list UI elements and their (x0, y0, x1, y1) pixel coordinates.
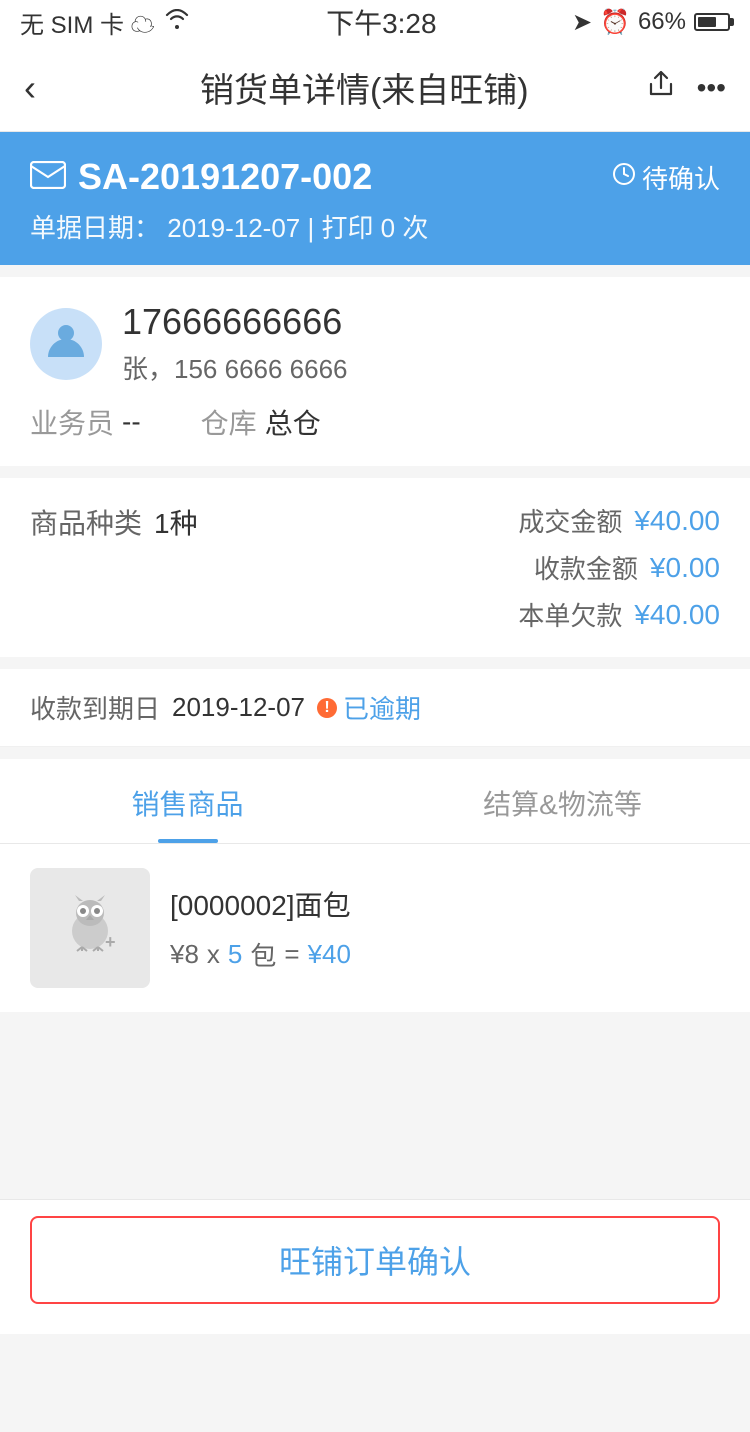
stats-section: 商品种类 1种 成交金额 ¥40.00 收款金额 ¥0.00 本单欠款 ¥40.… (0, 478, 750, 657)
customer-avatar (30, 308, 102, 380)
due-label: 收款到期日 (30, 689, 160, 726)
confirm-wangpu-button[interactable]: 旺铺订单确认 (30, 1216, 720, 1304)
tabs-section: 销售商品 结算&物流等 (0, 759, 750, 844)
tab-settlement-logistics[interactable]: 结算&物流等 (375, 759, 750, 843)
nav-actions: ••• (645, 68, 726, 107)
order-date: 单据日期： 2019-12-07 | 打印 0 次 (30, 208, 720, 245)
customer-section: 17666666666 张，156 6666 6666 业务员 -- 仓库 总仓 (0, 277, 750, 466)
owed-amount-row: 本单欠款 ¥40.00 (518, 596, 720, 633)
svg-text:+: + (105, 932, 116, 952)
due-date-value: 2019-12-07 (172, 692, 305, 723)
product-section: + [0000002]面包 ¥8 x 5 包 = ¥40 (0, 844, 750, 1012)
share-icon[interactable] (645, 68, 677, 107)
battery-percent: 66% (638, 8, 686, 36)
deal-amount-row: 成交金额 ¥40.00 (518, 502, 720, 539)
warehouse-info: 仓库 总仓 (201, 402, 321, 442)
customer-contact: 张，156 6666 6666 (122, 349, 348, 386)
overdue-badge: ! 已逾期 (317, 689, 421, 726)
wifi-icon (163, 8, 191, 36)
bottom-bar: 旺铺订单确认 (0, 1199, 750, 1334)
overdue-text: 已逾期 (343, 689, 421, 726)
product-item: + [0000002]面包 ¥8 x 5 包 = ¥40 (30, 868, 720, 988)
status-left: 无 SIM 卡 ☁ (20, 5, 191, 40)
status-right: ➤ ⏰ 66% (572, 8, 730, 37)
user-icon (44, 317, 88, 371)
more-icon[interactable]: ••• (697, 72, 726, 104)
product-name: [0000002]面包 (170, 884, 720, 924)
product-price: ¥8 x 5 包 = ¥40 (170, 936, 720, 973)
due-date-section: 收款到期日 2019-12-07 ! 已逾期 (0, 669, 750, 747)
financial-stats: 成交金额 ¥40.00 收款金额 ¥0.00 本单欠款 ¥40.00 (518, 502, 720, 633)
back-button[interactable]: ‹ (24, 67, 84, 109)
order-header: SA-20191207-002 待确认 单据日期： 2019-12-07 | 打… (0, 132, 750, 265)
product-logo: + (55, 893, 125, 963)
status-bar: 无 SIM 卡 ☁ 下午3:28 ➤ ⏰ 66% (0, 0, 750, 44)
product-type: 商品种类 1种 (30, 502, 518, 542)
order-status: 待确认 (612, 159, 720, 196)
product-details: [0000002]面包 ¥8 x 5 包 = ¥40 (170, 884, 720, 973)
overdue-alert-icon: ! (317, 698, 337, 718)
salesperson-info: 业务员 -- (30, 402, 141, 442)
alarm-icon: ⏰ (600, 8, 630, 37)
status-time: 下午3:28 (326, 2, 437, 42)
battery-icon (694, 13, 730, 31)
no-sim-text: 无 SIM 卡 ☁ (20, 5, 155, 40)
tab-sales-products[interactable]: 销售商品 (0, 759, 375, 843)
payment-amount-row: 收款金额 ¥0.00 (534, 549, 720, 586)
clock-icon (612, 162, 636, 193)
nav-bar: ‹ 销货单详情(来自旺铺) ••• (0, 44, 750, 132)
customer-phone: 17666666666 (122, 301, 348, 343)
page-title: 销货单详情(来自旺铺) (84, 63, 645, 112)
location-icon: ➤ (572, 8, 592, 37)
status-text: 待确认 (642, 159, 720, 196)
product-thumbnail: + (30, 868, 150, 988)
order-id: SA-20191207-002 (30, 156, 372, 198)
order-envelope-icon (30, 156, 66, 198)
